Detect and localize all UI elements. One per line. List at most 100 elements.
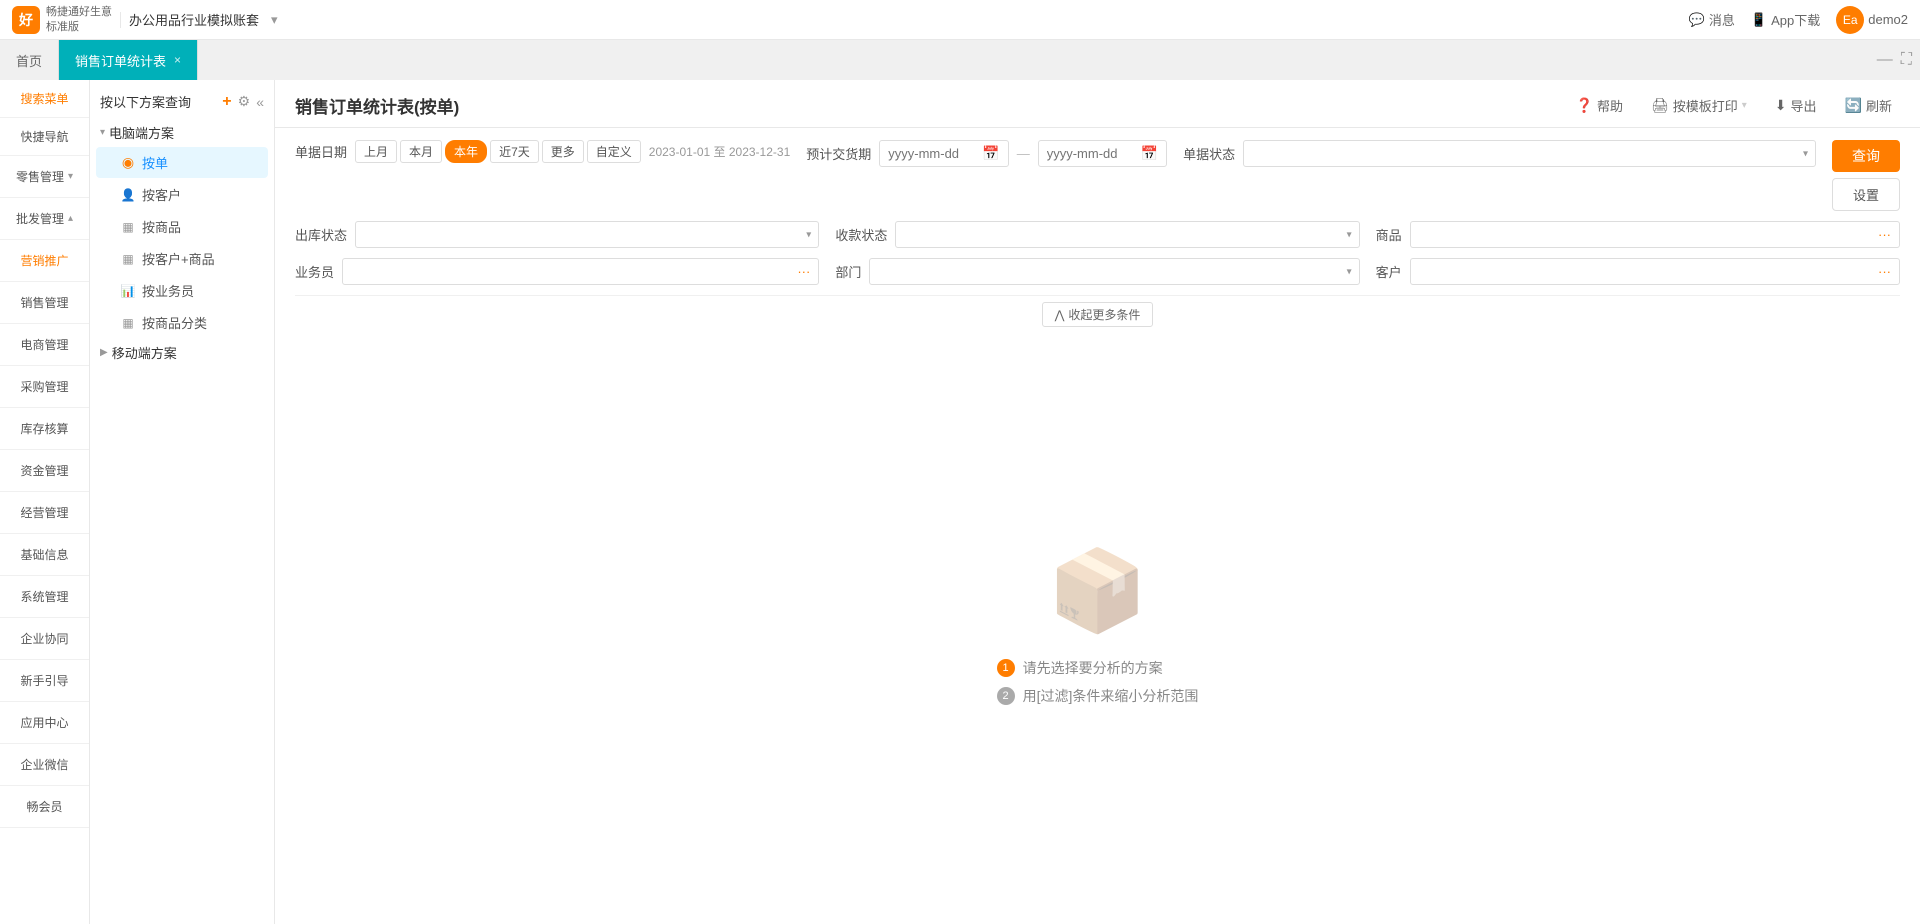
print-dropdown-icon: ▾ bbox=[1742, 100, 1747, 111]
scheme-group-header[interactable]: ▾ 电脑端方案 bbox=[90, 119, 274, 146]
goods-input[interactable]: ··· bbox=[1410, 221, 1900, 248]
scheme-icon-salesman: 📊 bbox=[120, 284, 136, 298]
topbar-right: 💬 消息 📱 App下载 Ea demo2 bbox=[1689, 6, 1908, 34]
left-panel-title: 按以下方案查询 bbox=[100, 92, 191, 111]
expected-delivery-label: 预计交货期 bbox=[806, 144, 871, 163]
topbar-dropdown-icon[interactable]: ▾ bbox=[271, 12, 278, 28]
scheme-item-by-category[interactable]: ▦ 按商品分类 bbox=[96, 307, 268, 338]
date-btn-thisyear[interactable]: 本年 bbox=[445, 140, 487, 163]
delivery-date-from-input[interactable] bbox=[888, 146, 978, 161]
mobile-icon: 📱 bbox=[1751, 12, 1767, 28]
delivery-date-to-input[interactable] bbox=[1047, 146, 1137, 161]
customer-label: 客户 bbox=[1376, 262, 1402, 281]
sidebar: 搜索菜单 快捷导航 零售管理 ▾ 批发管理 ▴ 营销推广 销售管理 电商管理 采… bbox=[0, 80, 90, 924]
customer-filter: 客户 ··· bbox=[1376, 258, 1900, 285]
date-btn-lastmonth[interactable]: 上月 bbox=[355, 140, 397, 163]
sidebar-item-inventory[interactable]: 库存核算 bbox=[0, 408, 89, 450]
search-button[interactable]: 查询 bbox=[1832, 140, 1900, 172]
settings-scheme-icon[interactable]: ⚙ bbox=[238, 93, 251, 110]
sidebar-item-appcenter[interactable]: 应用中心 bbox=[0, 702, 89, 744]
scheme-item-by-order[interactable]: ◉ 按单 bbox=[96, 147, 268, 178]
template-print-btn[interactable]: 🖨 按模板打印 ▾ bbox=[1643, 92, 1755, 119]
right-content: 销售订单统计表(按单) ❓ 帮助 🖨 按模板打印 ▾ ⬇ 导出 bbox=[275, 80, 1920, 924]
scheme-group-mobile-header[interactable]: ▶ 移动端方案 bbox=[90, 339, 274, 366]
refresh-icon: 🔄 bbox=[1845, 97, 1862, 114]
tab-sales-stats[interactable]: 销售订单统计表 × bbox=[59, 40, 198, 80]
sidebar-item-operations[interactable]: 经营管理 bbox=[0, 492, 89, 534]
delivery-date-to: 📅 bbox=[1038, 140, 1167, 167]
goods-dots-btn[interactable]: ··· bbox=[1878, 227, 1891, 242]
sidebar-item-purchase[interactable]: 采购管理 bbox=[0, 366, 89, 408]
page-actions: ❓ 帮助 🖨 按模板打印 ▾ ⬇ 导出 🔄 刷新 bbox=[1568, 92, 1900, 119]
scheme-item-by-customer-goods[interactable]: ▦ 按客户+商品 bbox=[96, 243, 268, 274]
export-btn[interactable]: ⬇ 导出 bbox=[1767, 92, 1825, 119]
date-dash: — bbox=[1017, 146, 1030, 161]
date-btn-last7days[interactable]: 近7天 bbox=[490, 140, 539, 163]
payment-status-select[interactable]: 未收款 部分收款 全部收款 bbox=[895, 221, 1359, 248]
sidebar-item-ecommerce[interactable]: 电商管理 bbox=[0, 324, 89, 366]
sidebar-item-search[interactable]: 搜索菜单 bbox=[0, 80, 89, 118]
customer-input[interactable]: ··· bbox=[1410, 258, 1900, 285]
add-scheme-icon[interactable]: + bbox=[222, 93, 231, 111]
date-btn-thismonth[interactable]: 本月 bbox=[400, 140, 442, 163]
help-icon: ❓ bbox=[1576, 97, 1593, 114]
delivery-status-filter: 出库状态 未出库 部分出库 全部出库 ▾ bbox=[295, 221, 819, 248]
app-download-btn[interactable]: 📱 App下载 bbox=[1751, 10, 1820, 29]
scheme-group-desktop: ▾ 电脑端方案 ◉ 按单 👤 按客户 ▦ 按商品 ▦ 按客户+商品 bbox=[90, 119, 274, 338]
collapse-icon: ⋀ bbox=[1055, 308, 1065, 322]
collapse-scheme-icon[interactable]: « bbox=[256, 94, 264, 110]
date-label: 单据日期 bbox=[295, 142, 347, 161]
salesman-dots-btn[interactable]: ··· bbox=[797, 264, 810, 279]
sidebar-item-sales[interactable]: 销售管理 bbox=[0, 282, 89, 324]
salesman-label: 业务员 bbox=[295, 262, 334, 281]
left-panel: 按以下方案查询 + ⚙ « ▾ 电脑端方案 ◉ 按单 👤 按 bbox=[90, 80, 275, 924]
scheme-item-by-salesman[interactable]: 📊 按业务员 bbox=[96, 275, 268, 306]
salesman-input[interactable]: ··· bbox=[342, 258, 819, 285]
logo-icon: 好 bbox=[12, 6, 40, 34]
sidebar-item-newuser[interactable]: 新手引导 bbox=[0, 660, 89, 702]
step-num-1: 1 bbox=[997, 659, 1015, 677]
scheme-icon-order: ◉ bbox=[120, 154, 136, 171]
department-select[interactable] bbox=[869, 258, 1359, 285]
sidebar-item-wechat[interactable]: 企业微信 bbox=[0, 744, 89, 786]
help-btn[interactable]: ❓ 帮助 bbox=[1568, 92, 1631, 119]
date-btn-more[interactable]: 更多 bbox=[542, 140, 584, 163]
sidebar-item-quicknav[interactable]: 快捷导航 bbox=[0, 118, 89, 156]
sidebar-item-retail[interactable]: 零售管理 ▾ bbox=[0, 156, 89, 198]
minimize-icon[interactable]: — bbox=[1877, 51, 1893, 69]
sidebar-item-finance[interactable]: 资金管理 bbox=[0, 450, 89, 492]
divider bbox=[120, 12, 121, 28]
maximize-icon[interactable]: ⛶ bbox=[1901, 51, 1912, 69]
document-status-select[interactable]: 草稿 审核中 已审核 已关闭 bbox=[1243, 140, 1816, 167]
topbar-title: 办公用品行业模拟账套 bbox=[129, 10, 259, 29]
sidebar-item-enterprise[interactable]: 企业协同 bbox=[0, 618, 89, 660]
scheme-item-by-customer[interactable]: 👤 按客户 bbox=[96, 179, 268, 210]
salesman-filter: 业务员 ··· bbox=[295, 258, 819, 285]
message-btn[interactable]: 💬 消息 bbox=[1689, 10, 1735, 29]
sidebar-item-marketing[interactable]: 营销推广 bbox=[0, 240, 89, 282]
collapse-btn[interactable]: ⋀ 收起更多条件 bbox=[1042, 302, 1154, 327]
tab-close-icon[interactable]: × bbox=[174, 53, 181, 67]
tab-home[interactable]: 首页 bbox=[0, 40, 59, 80]
scheme-item-by-goods[interactable]: ▦ 按商品 bbox=[96, 211, 268, 242]
goods-filter: 商品 ··· bbox=[1376, 221, 1900, 248]
sidebar-item-member[interactable]: 畅会员 bbox=[0, 786, 89, 828]
chevron-down-icon: ▾ bbox=[68, 171, 73, 182]
empty-state: 📦 1 请先选择要分析的方案 2 用[过滤]条件来缩小分析范围 bbox=[275, 333, 1920, 924]
sidebar-item-system[interactable]: 系统管理 bbox=[0, 576, 89, 618]
page-title: 销售订单统计表(按单) bbox=[295, 93, 459, 118]
chevron-up-icon: ▴ bbox=[68, 213, 73, 224]
calendar-icon-to: 📅 bbox=[1141, 145, 1158, 162]
customer-dots-btn[interactable]: ··· bbox=[1878, 264, 1891, 279]
page-header: 销售订单统计表(按单) ❓ 帮助 🖨 按模板打印 ▾ ⬇ 导出 bbox=[275, 80, 1920, 128]
sidebar-item-basics[interactable]: 基础信息 bbox=[0, 534, 89, 576]
payment-status-label: 收款状态 bbox=[835, 225, 887, 244]
delivery-status-select[interactable]: 未出库 部分出库 全部出库 bbox=[355, 221, 819, 248]
date-btn-custom[interactable]: 自定义 bbox=[587, 140, 641, 163]
user-avatar[interactable]: Ea demo2 bbox=[1836, 6, 1908, 34]
settings-button[interactable]: 设置 bbox=[1832, 178, 1900, 211]
refresh-btn[interactable]: 🔄 刷新 bbox=[1837, 92, 1900, 119]
sidebar-item-wholesale[interactable]: 批发管理 ▴ bbox=[0, 198, 89, 240]
logo-text: 畅捷通好生意 标准版 bbox=[46, 5, 112, 34]
print-icon: 🖨 bbox=[1651, 97, 1669, 114]
